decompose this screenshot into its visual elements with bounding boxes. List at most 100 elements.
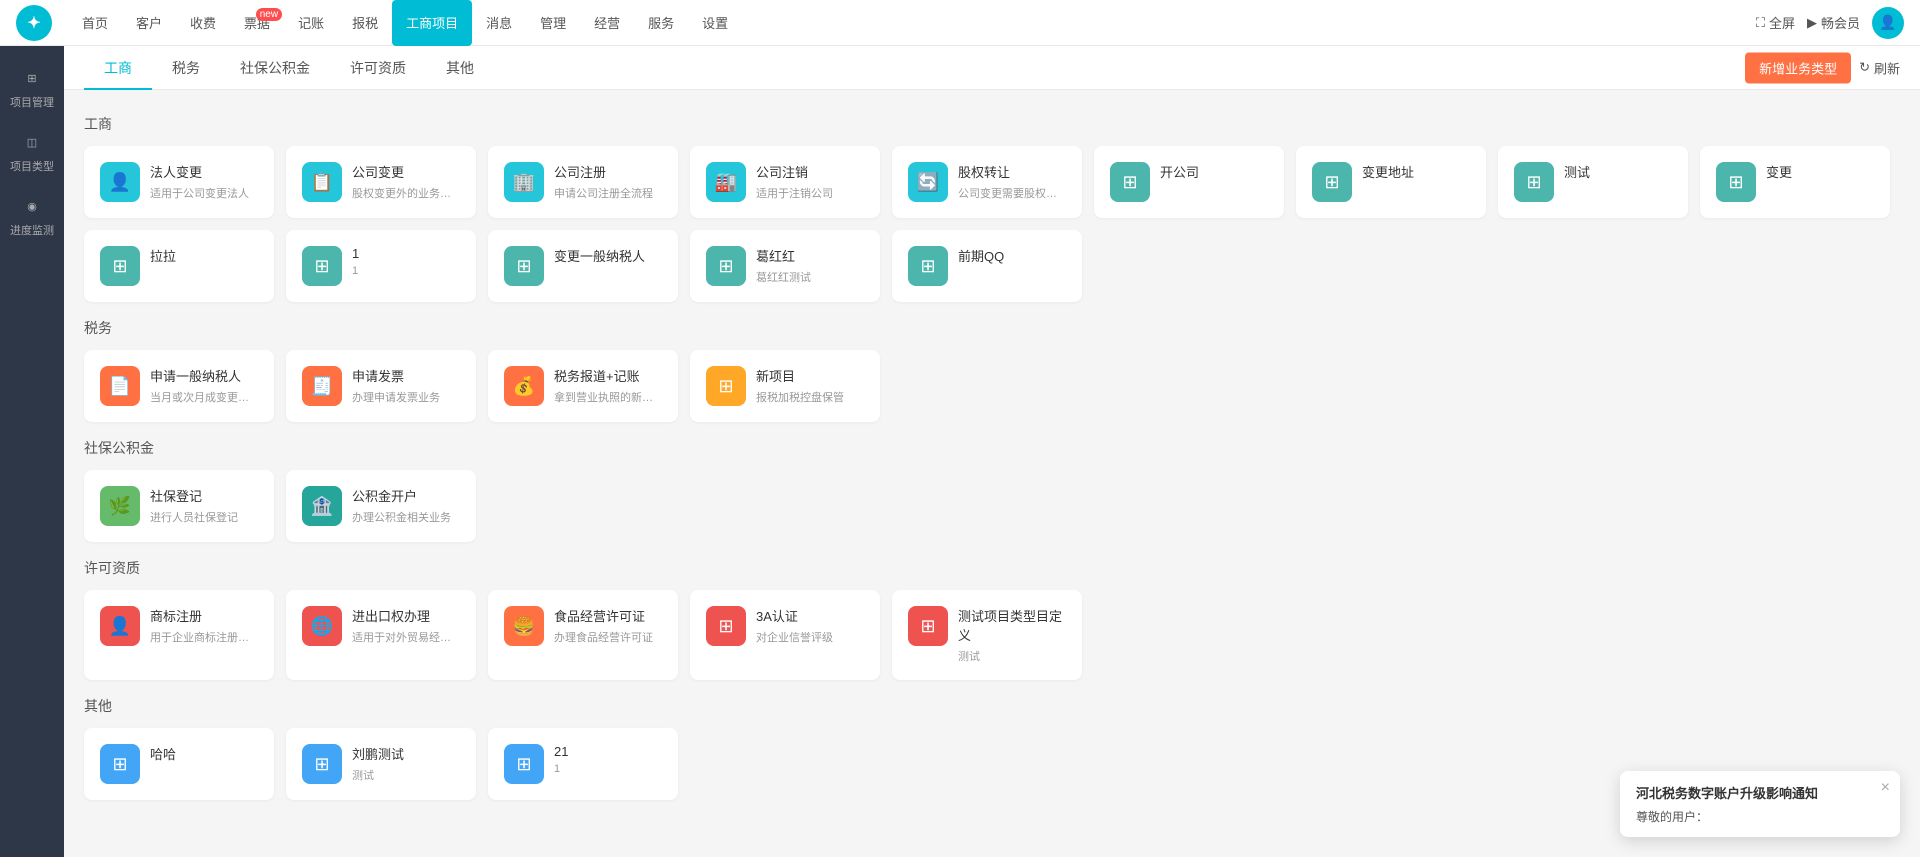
card-desc-liupeng-test: 测试	[352, 767, 460, 783]
sidebar-item-progress-monitor[interactable]: ◉ 进度监测	[0, 184, 64, 248]
social-fund-section-title: 社保公积金	[84, 438, 1900, 458]
nav-item-accounting[interactable]: 记账	[284, 0, 338, 46]
card-info-test-project-type: 测试项目类型目定义 测试	[958, 606, 1066, 664]
card-info-3a-cert: 3A认证 对企业信誉评级	[756, 606, 864, 645]
card-title-social-register: 社保登记	[150, 486, 258, 505]
app-logo: ✦	[16, 5, 52, 41]
nav-item-industry[interactable]: 工商项目	[392, 0, 472, 46]
card-title-apply-taxpayer: 申请一般纳税人	[150, 366, 258, 385]
card-desc-company-register: 申请公司注册全流程	[554, 185, 662, 201]
card-info-import-export: 进出口权办理 适用于对外贸易经营者	[352, 606, 460, 645]
nav-item-billing[interactable]: 收费	[176, 0, 230, 46]
card-company-change[interactable]: 📋 公司变更 股权变更外的业务变更	[286, 146, 476, 218]
fullscreen-button[interactable]: ⛶ 全屏	[1756, 13, 1795, 32]
tab-social-fund[interactable]: 社保公积金	[220, 48, 330, 90]
card-desc-tax-plus-account: 拿到营业执照的新公司	[554, 389, 662, 405]
card-icon-mahonghong: ⊞	[706, 246, 746, 286]
card-3a-cert[interactable]: ⊞ 3A认证 对企业信誉评级	[690, 590, 880, 680]
card-company-cancel[interactable]: 🏭 公司注销 适用于注销公司	[690, 146, 880, 218]
card-title-food-permit: 食品经营许可证	[554, 606, 662, 625]
card-title-company-cancel: 公司注销	[756, 162, 864, 181]
nav-item-management[interactable]: 管理	[526, 0, 580, 46]
nav-item-messages[interactable]: 消息	[472, 0, 526, 46]
card-apply-taxpayer[interactable]: 📄 申请一般纳税人 当月或次月成变更完成	[84, 350, 274, 422]
nav-item-clients[interactable]: 客户	[122, 0, 176, 46]
card-twenty-one[interactable]: ⊞ 21 1	[488, 728, 678, 800]
main-content: 工商税务社保公积金许可资质其他 新增业务类型 ↻ 刷新 工商 👤 法人变更 适用…	[64, 46, 1920, 857]
card-change-tax[interactable]: ⊞ 变更一般纳税人	[488, 230, 678, 302]
card-apply-invoice[interactable]: 🧾 申请发票 办理申请发票业务	[286, 350, 476, 422]
add-business-type-button[interactable]: 新增业务类型	[1745, 52, 1851, 83]
card-test-project-type[interactable]: ⊞ 测试项目类型目定义 测试	[892, 590, 1082, 680]
card-desc-company-change: 股权变更外的业务变更	[352, 185, 460, 201]
card-new-project[interactable]: ⊞ 新项目 报税加税控盘保管	[690, 350, 880, 422]
card-food-permit[interactable]: 🍔 食品经营许可证 办理食品经营许可证	[488, 590, 678, 680]
card-tax-plus-account[interactable]: 💰 税务报道+记账 拿到营业执照的新公司	[488, 350, 678, 422]
card-company-register[interactable]: 🏢 公司注册 申请公司注册全流程	[488, 146, 678, 218]
nav-item-home[interactable]: 首页	[68, 0, 122, 46]
card-import-export[interactable]: 🌐 进出口权办理 适用于对外贸易经营者	[286, 590, 476, 680]
card-trademark[interactable]: 👤 商标注册 用于企业商标注册服务	[84, 590, 274, 680]
nav-item-services[interactable]: 服务	[634, 0, 688, 46]
card-desc-company-cancel: 适用于注销公司	[756, 185, 864, 201]
user-avatar[interactable]: 👤	[1872, 7, 1904, 39]
card-desc-one: 1	[352, 265, 460, 277]
card-haha[interactable]: ⊞ 哈哈	[84, 728, 274, 800]
card-fund-account[interactable]: 🏦 公积金开户 办理公积金相关业务	[286, 470, 476, 542]
card-mahonghong[interactable]: ⊞ 葛红红 葛红红测试	[690, 230, 880, 302]
card-icon-social-register: 🌿	[100, 486, 140, 526]
card-open-company[interactable]: ⊞ 开公司	[1094, 146, 1284, 218]
member-icon: ▶	[1807, 15, 1817, 31]
card-icon-tax-plus-account: 💰	[504, 366, 544, 406]
card-desc-mahonghong: 葛红红测试	[756, 269, 864, 285]
tab-bar-actions: 新增业务类型 ↻ 刷新	[1745, 52, 1900, 83]
tab-industry[interactable]: 工商	[84, 48, 152, 90]
card-desc-twenty-one: 1	[554, 763, 662, 775]
card-desc-legal-change: 适用于公司变更法人	[150, 185, 258, 201]
nav-item-operations[interactable]: 经营	[580, 0, 634, 46]
card-icon-food-permit: 🍔	[504, 606, 544, 646]
card-icon-import-export: 🌐	[302, 606, 342, 646]
card-desc-trademark: 用于企业商标注册服务	[150, 629, 258, 645]
member-button[interactable]: ▶ 畅会员	[1807, 13, 1860, 32]
card-info-legal-change: 法人变更 适用于公司变更法人	[150, 162, 258, 201]
tab-license[interactable]: 许可资质	[330, 48, 426, 90]
card-legal-change[interactable]: 👤 法人变更 适用于公司变更法人	[84, 146, 274, 218]
tab-others[interactable]: 其他	[426, 48, 494, 90]
card-change[interactable]: ⊞ 变更	[1700, 146, 1890, 218]
card-desc-3a-cert: 对企业信誉评级	[756, 629, 864, 645]
card-early-qq[interactable]: ⊞ 前期QQ	[892, 230, 1082, 302]
card-one[interactable]: ⊞ 1 1	[286, 230, 476, 302]
content-area: 工商 👤 法人变更 适用于公司变更法人 📋 公司变更 股权变更外的业务变更 🏢 …	[64, 90, 1920, 832]
nav-item-tickets[interactable]: 票据new	[230, 0, 284, 46]
card-lala[interactable]: ⊞ 拉拉	[84, 230, 274, 302]
sidebar-item-project-mgmt[interactable]: ⊞ 项目管理	[0, 56, 64, 120]
tab-tax[interactable]: 税务	[152, 48, 220, 90]
card-title-trademark: 商标注册	[150, 606, 258, 625]
nav-item-settings[interactable]: 设置	[688, 0, 742, 46]
tax-cards-grid: 📄 申请一般纳税人 当月或次月成变更完成 🧾 申请发票 办理申请发票业务 💰 税…	[84, 350, 1900, 422]
card-change-address[interactable]: ⊞ 变更地址	[1296, 146, 1486, 218]
sidebar-label-project-mgmt: 项目管理	[10, 94, 54, 110]
refresh-button[interactable]: ↻ 刷新	[1859, 58, 1900, 77]
card-test[interactable]: ⊞ 测试	[1498, 146, 1688, 218]
sidebar-icon-project-mgmt: ⊞	[20, 66, 44, 90]
nav-badge-tickets: new	[256, 8, 282, 21]
sidebar-item-project-type[interactable]: ◫ 项目类型	[0, 120, 64, 184]
card-info-open-company: 开公司	[1160, 162, 1268, 185]
card-icon-lala: ⊞	[100, 246, 140, 286]
nav-item-tax[interactable]: 报税	[338, 0, 392, 46]
card-equity-transfer[interactable]: 🔄 股权转让 公司变更需要股权转让	[892, 146, 1082, 218]
card-desc-import-export: 适用于对外贸易经营者	[352, 629, 460, 645]
top-navigation: ✦ 首页客户收费票据new记账报税工商项目消息管理经营服务设置 ⛶ 全屏 ▶ 畅…	[0, 0, 1920, 46]
notification-close-button[interactable]: ×	[1881, 779, 1890, 797]
sidebar-icon-progress-monitor: ◉	[20, 194, 44, 218]
card-liupeng-test[interactable]: ⊞ 刘鹏测试 测试	[286, 728, 476, 800]
card-info-change-tax: 变更一般纳税人	[554, 246, 662, 269]
card-social-register[interactable]: 🌿 社保登记 进行人员社保登记	[84, 470, 274, 542]
card-icon-apply-invoice: 🧾	[302, 366, 342, 406]
card-title-company-change: 公司变更	[352, 162, 460, 181]
card-info-haha: 哈哈	[150, 744, 258, 767]
sidebar-icon-project-type: ◫	[20, 130, 44, 154]
card-title-company-register: 公司注册	[554, 162, 662, 181]
